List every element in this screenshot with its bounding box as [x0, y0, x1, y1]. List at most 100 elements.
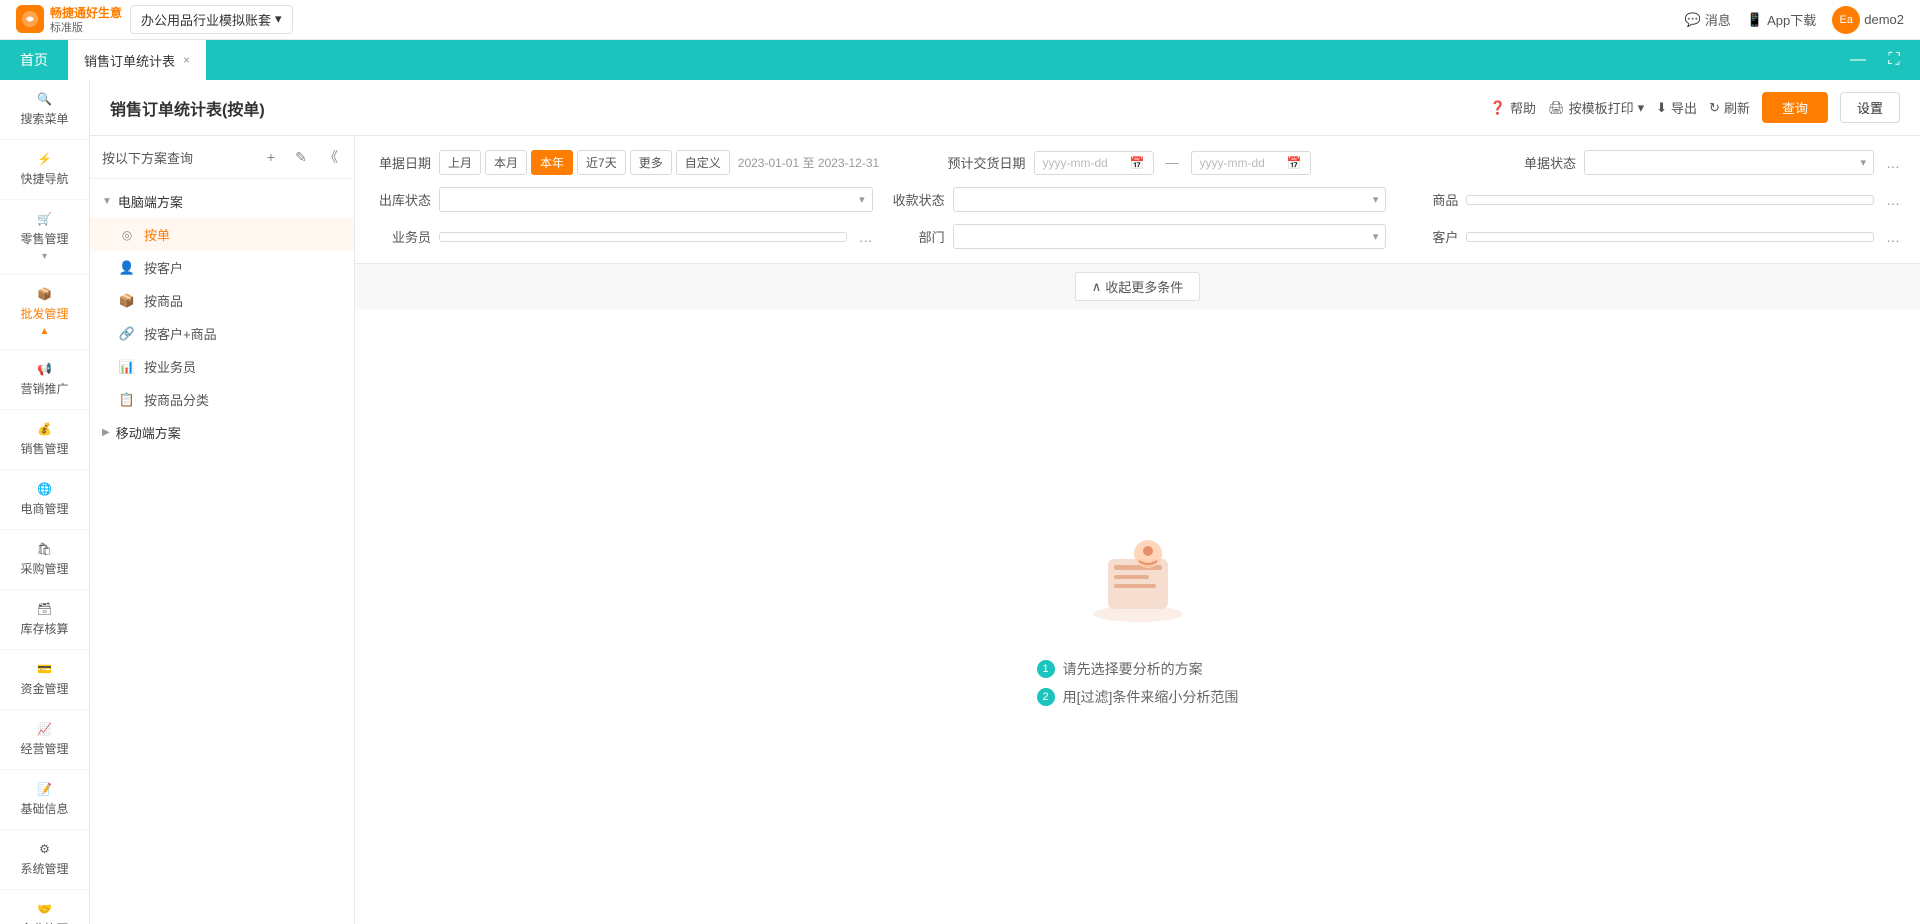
- scheme-by-order-icon: ◎: [118, 226, 136, 244]
- empty-state: 1 请先选择要分析的方案 2 用[过滤]条件来缩小分析范围: [355, 309, 1920, 924]
- sidebar-item-wholesale[interactable]: 📦 批发管理 ▲: [0, 275, 89, 350]
- sidebar-item-label: 营销推广: [20, 380, 68, 397]
- goods-input[interactable]: [1466, 195, 1874, 205]
- sidebar-item-enterprise[interactable]: 🤝 企业协同: [0, 890, 89, 924]
- status-select[interactable]: [1584, 150, 1874, 175]
- sidebar-item-marketing[interactable]: 📢 营销推广: [0, 350, 89, 410]
- date-tab-more[interactable]: 更多: [630, 150, 672, 175]
- sidebar-item-retail[interactable]: 🛒 零售管理 ▾: [0, 200, 89, 275]
- add-scheme-btn[interactable]: +: [260, 146, 282, 168]
- tree-expand-icon: ▼: [102, 196, 112, 207]
- main-layout: 🔍 搜索菜单 ⚡ 快捷导航 🛒 零售管理 ▾ 📦 批发管理 ▲ 📢 营销推广 💰…: [0, 80, 1920, 924]
- sidebar-item-finance[interactable]: 💳 资金管理: [0, 650, 89, 710]
- tab-home[interactable]: 首页: [0, 40, 68, 80]
- edit-scheme-btn[interactable]: ✎: [290, 146, 312, 168]
- sidebar-item-system[interactable]: ⚙ 系统管理: [0, 830, 89, 890]
- refresh-btn[interactable]: ↻ 刷新: [1709, 98, 1750, 117]
- query-button[interactable]: 查询: [1762, 92, 1828, 123]
- app-download-label: App下载: [1767, 10, 1816, 29]
- delivery-date-start[interactable]: yyyy-mm-dd 📅: [1034, 151, 1154, 175]
- status-select-wrapper: [1584, 150, 1874, 175]
- scheme-by-category-icon: 📋: [118, 391, 136, 409]
- filter-col-payment-status: 收款状态: [889, 187, 1387, 212]
- sidebar-item-purchase[interactable]: 🛍 采购管理: [0, 530, 89, 590]
- tab-close-btn[interactable]: ×: [183, 53, 190, 67]
- delivery-status-select[interactable]: [439, 187, 873, 212]
- payment-status-select[interactable]: [953, 187, 1387, 212]
- print-btn[interactable]: 🖨 按模板打印 ▾: [1548, 98, 1644, 117]
- purchase-icon: 🛍: [37, 542, 52, 556]
- tab-minimize-btn[interactable]: —: [1844, 46, 1872, 74]
- chevron-up-icon: ▲: [40, 326, 50, 337]
- settings-button[interactable]: 设置: [1840, 92, 1900, 123]
- salesman-dots: …: [859, 229, 873, 245]
- collapse-panel-btn[interactable]: 《: [320, 146, 342, 168]
- sidebar-item-sales[interactable]: 💰 销售管理: [0, 410, 89, 470]
- export-btn[interactable]: ⬇ 导出: [1656, 98, 1697, 117]
- payment-status-label: 收款状态: [889, 190, 945, 209]
- tree-child-by-order[interactable]: ◎ 按单: [90, 218, 354, 251]
- collapse-bar: ∧ 收起更多条件: [355, 264, 1920, 309]
- tree-child-by-goods[interactable]: 📦 按商品: [90, 284, 354, 317]
- chevron-down-icon: ▾: [42, 251, 47, 262]
- filter-col-delivery-status: 出库状态: [375, 187, 873, 212]
- delivery-date-end[interactable]: yyyy-mm-dd 📅: [1191, 151, 1311, 175]
- content-area: 销售订单统计表(按单) ❓ 帮助 🖨 按模板打印 ▾ ⬇ 导出 ↻ 刷新: [90, 80, 1920, 924]
- tab-bar-actions: — ⛶: [1844, 46, 1920, 74]
- tree-child-by-category[interactable]: 📋 按商品分类: [90, 383, 354, 416]
- tip-text-1: 请先选择要分析的方案: [1063, 659, 1203, 679]
- sidebar-item-search[interactable]: 🔍 搜索菜单: [0, 80, 89, 140]
- sidebar-item-label: 系统管理: [20, 860, 68, 877]
- payment-status-select-wrapper: [953, 187, 1387, 212]
- inner-layout: 按以下方案查询 + ✎ 《 ▼ 电脑端方案 ◎ 按单: [90, 136, 1920, 924]
- tip-num-2: 2: [1037, 688, 1055, 706]
- right-panel: 单据日期 上月 本月 本年 近7天 更多 自定义 2023-01-01 至 20…: [355, 136, 1920, 924]
- brand-name: 畅捷通好生意: [50, 4, 122, 21]
- date-range-text: 2023-01-01 至 2023-12-31: [738, 154, 879, 171]
- workspace-arrow: ▾: [275, 11, 282, 27]
- goods-label: 商品: [1402, 190, 1458, 209]
- workspace-selector[interactable]: 办公用品行业模拟账套 ▾: [130, 5, 293, 34]
- quicknav-icon: ⚡: [37, 152, 52, 166]
- tree-child-by-salesman[interactable]: 📊 按业务员: [90, 350, 354, 383]
- help-btn[interactable]: ❓ 帮助: [1490, 98, 1536, 117]
- tab-active[interactable]: 销售订单统计表 ×: [68, 40, 206, 80]
- date-tab-last-month[interactable]: 上月: [439, 150, 481, 175]
- collapse-icon: ∧: [1092, 279, 1102, 295]
- filter-col-department: 部门: [889, 224, 1387, 249]
- top-bar: 畅捷通好生意 标准版 办公用品行业模拟账套 ▾ 💬 消息 📱 App下载 Ea …: [0, 0, 1920, 40]
- export-label: 导出: [1671, 98, 1697, 117]
- date-tab-7days[interactable]: 近7天: [577, 150, 626, 175]
- date-tab-custom[interactable]: 自定义: [676, 150, 730, 175]
- marketing-icon: 📢: [37, 362, 52, 376]
- filter-row-2: 出库状态 收款状态: [375, 187, 1900, 212]
- customer-input[interactable]: [1466, 232, 1874, 242]
- app-download-btn[interactable]: 📱 App下载: [1747, 10, 1816, 29]
- tree-section: ▼ 电脑端方案 ◎ 按单 👤 按客户 📦 按商品: [90, 179, 354, 455]
- tree-child-by-customer-goods[interactable]: 🔗 按客户+商品: [90, 317, 354, 350]
- left-panel-actions: + ✎ 《: [260, 146, 342, 168]
- user-area[interactable]: Ea demo2: [1832, 6, 1904, 34]
- scheme-by-cg-label: 按客户+商品: [144, 324, 217, 343]
- sidebar-item-basic[interactable]: 📝 基础信息: [0, 770, 89, 830]
- collapse-conditions-btn[interactable]: ∧ 收起更多条件: [1075, 272, 1201, 301]
- tree-parent-desktop[interactable]: ▼ 电脑端方案: [90, 185, 354, 218]
- tab-maximize-btn[interactable]: ⛶: [1880, 46, 1908, 74]
- department-select[interactable]: [953, 224, 1387, 249]
- tree-parent-mobile[interactable]: ▶ 移动端方案: [90, 416, 354, 449]
- sidebar-item-quicknav[interactable]: ⚡ 快捷导航: [0, 140, 89, 200]
- sidebar-item-operations[interactable]: 📈 经营管理: [0, 710, 89, 770]
- message-btn[interactable]: 💬 消息: [1685, 10, 1731, 29]
- goods-dots: …: [1886, 192, 1900, 208]
- date-tab-this-month[interactable]: 本月: [485, 150, 527, 175]
- tip-text-2: 用[过滤]条件来缩小分析范围: [1063, 687, 1239, 707]
- date-tab-this-year[interactable]: 本年: [531, 150, 573, 175]
- delivery-status-select-wrapper: [439, 187, 873, 212]
- sidebar-item-label: 销售管理: [20, 440, 68, 457]
- scheme-by-goods-label: 按商品: [144, 291, 183, 310]
- sidebar-item-inventory[interactable]: 🗃 库存核算: [0, 590, 89, 650]
- sidebar-item-ecommerce[interactable]: 🌐 电商管理: [0, 470, 89, 530]
- tree-child-by-customer[interactable]: 👤 按客户: [90, 251, 354, 284]
- salesman-input[interactable]: [439, 232, 847, 242]
- inventory-icon: 🗃: [37, 602, 52, 616]
